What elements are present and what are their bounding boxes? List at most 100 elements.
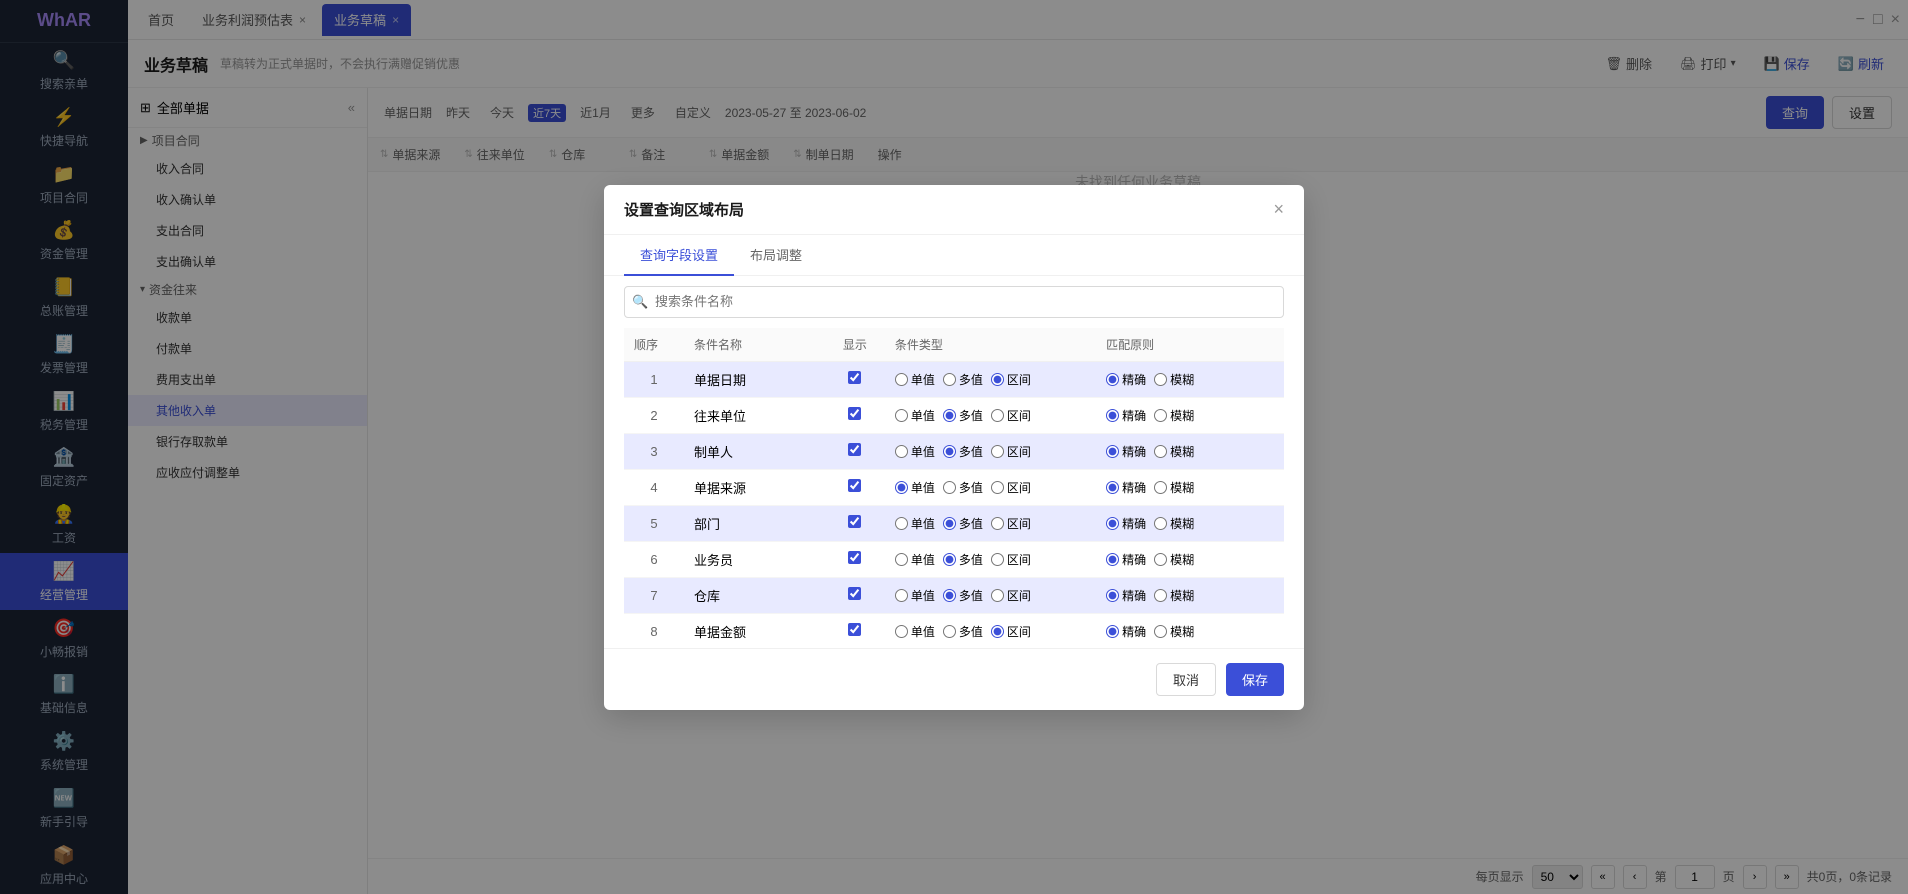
type-radio[interactable] <box>991 517 1004 530</box>
row-display[interactable] <box>825 433 885 469</box>
type-radio-item[interactable]: 单值 <box>895 623 935 640</box>
match-radio-item[interactable]: 精确 <box>1106 515 1146 532</box>
type-radio-item[interactable]: 单值 <box>895 587 935 604</box>
match-radio[interactable] <box>1154 481 1167 494</box>
type-radio-item[interactable]: 区间 <box>991 407 1031 424</box>
match-radio[interactable] <box>1106 445 1119 458</box>
match-radio[interactable] <box>1154 589 1167 602</box>
type-radio-item[interactable]: 多值 <box>943 515 983 532</box>
modal-close-button[interactable]: × <box>1273 200 1284 218</box>
type-radio[interactable] <box>991 373 1004 386</box>
type-radio[interactable] <box>943 481 956 494</box>
match-radio-item[interactable]: 模糊 <box>1154 587 1194 604</box>
display-checkbox[interactable] <box>848 407 861 420</box>
type-radio[interactable] <box>943 373 956 386</box>
match-radio-item[interactable]: 模糊 <box>1154 371 1194 388</box>
match-radio-item[interactable]: 精确 <box>1106 371 1146 388</box>
type-radio-item[interactable]: 单值 <box>895 407 935 424</box>
row-display[interactable] <box>825 577 885 613</box>
match-radio-item[interactable]: 模糊 <box>1154 551 1194 568</box>
type-radio[interactable] <box>991 445 1004 458</box>
match-radio-item[interactable]: 精确 <box>1106 407 1146 424</box>
type-radio-item[interactable]: 区间 <box>991 443 1031 460</box>
type-radio-item[interactable]: 单值 <box>895 443 935 460</box>
modal-tab-field-settings[interactable]: 查询字段设置 <box>624 235 734 276</box>
match-radio-item[interactable]: 模糊 <box>1154 515 1194 532</box>
modal-tab-layout-adjust[interactable]: 布局调整 <box>734 235 818 276</box>
type-radio[interactable] <box>943 589 956 602</box>
type-radio-item[interactable]: 多值 <box>943 587 983 604</box>
type-radio-item[interactable]: 单值 <box>895 515 935 532</box>
match-radio-item[interactable]: 精确 <box>1106 443 1146 460</box>
display-checkbox[interactable] <box>848 443 861 456</box>
type-radio[interactable] <box>895 409 908 422</box>
type-radio-item[interactable]: 多值 <box>943 551 983 568</box>
type-radio[interactable] <box>991 409 1004 422</box>
match-radio[interactable] <box>1154 373 1167 386</box>
type-radio[interactable] <box>943 517 956 530</box>
type-radio[interactable] <box>895 625 908 638</box>
type-radio[interactable] <box>943 409 956 422</box>
type-radio[interactable] <box>895 373 908 386</box>
type-radio-item[interactable]: 多值 <box>943 623 983 640</box>
type-radio[interactable] <box>895 517 908 530</box>
type-radio-item[interactable]: 单值 <box>895 479 935 496</box>
match-radio[interactable] <box>1154 625 1167 638</box>
type-radio[interactable] <box>895 481 908 494</box>
modal-cancel-button[interactable]: 取消 <box>1156 663 1216 696</box>
type-radio-item[interactable]: 单值 <box>895 551 935 568</box>
match-radio-item[interactable]: 精确 <box>1106 551 1146 568</box>
match-radio[interactable] <box>1154 409 1167 422</box>
match-radio-item[interactable]: 模糊 <box>1154 407 1194 424</box>
display-checkbox[interactable] <box>848 515 861 528</box>
type-radio[interactable] <box>943 553 956 566</box>
type-radio[interactable] <box>991 625 1004 638</box>
match-radio[interactable] <box>1106 409 1119 422</box>
type-radio-item[interactable]: 区间 <box>991 623 1031 640</box>
match-radio[interactable] <box>1106 481 1119 494</box>
type-radio-item[interactable]: 单值 <box>895 371 935 388</box>
display-checkbox[interactable] <box>848 587 861 600</box>
match-radio[interactable] <box>1106 373 1119 386</box>
match-radio[interactable] <box>1106 589 1119 602</box>
type-radio-item[interactable]: 多值 <box>943 371 983 388</box>
row-display[interactable] <box>825 469 885 505</box>
type-radio[interactable] <box>895 553 908 566</box>
match-radio[interactable] <box>1154 553 1167 566</box>
type-radio[interactable] <box>895 445 908 458</box>
type-radio-item[interactable]: 多值 <box>943 407 983 424</box>
match-radio[interactable] <box>1154 445 1167 458</box>
match-radio[interactable] <box>1106 517 1119 530</box>
match-radio-item[interactable]: 模糊 <box>1154 479 1194 496</box>
row-display[interactable] <box>825 541 885 577</box>
match-radio-item[interactable]: 精确 <box>1106 479 1146 496</box>
modal-scroll-area[interactable]: 顺序 条件名称 显示 条件类型 匹配原则 1单据日期单值多值区间精确模糊2往来单… <box>624 328 1284 648</box>
match-radio-item[interactable]: 精确 <box>1106 587 1146 604</box>
type-radio-item[interactable]: 区间 <box>991 551 1031 568</box>
match-radio-item[interactable]: 精确 <box>1106 623 1146 640</box>
match-radio[interactable] <box>1106 625 1119 638</box>
match-radio[interactable] <box>1154 517 1167 530</box>
type-radio[interactable] <box>943 625 956 638</box>
type-radio-item[interactable]: 区间 <box>991 479 1031 496</box>
type-radio-item[interactable]: 区间 <box>991 515 1031 532</box>
type-radio-item[interactable]: 多值 <box>943 479 983 496</box>
modal-save-button[interactable]: 保存 <box>1226 663 1284 696</box>
type-radio[interactable] <box>895 589 908 602</box>
display-checkbox[interactable] <box>848 623 861 636</box>
row-display[interactable] <box>825 613 885 648</box>
match-radio[interactable] <box>1106 553 1119 566</box>
type-radio-item[interactable]: 区间 <box>991 371 1031 388</box>
match-radio-item[interactable]: 模糊 <box>1154 443 1194 460</box>
display-checkbox[interactable] <box>848 479 861 492</box>
type-radio[interactable] <box>943 445 956 458</box>
modal-search-input[interactable] <box>624 286 1284 318</box>
type-radio-item[interactable]: 多值 <box>943 443 983 460</box>
row-display[interactable] <box>825 505 885 541</box>
type-radio[interactable] <box>991 589 1004 602</box>
match-radio-item[interactable]: 模糊 <box>1154 623 1194 640</box>
display-checkbox[interactable] <box>848 371 861 384</box>
row-display[interactable] <box>825 397 885 433</box>
type-radio-item[interactable]: 区间 <box>991 587 1031 604</box>
type-radio[interactable] <box>991 553 1004 566</box>
